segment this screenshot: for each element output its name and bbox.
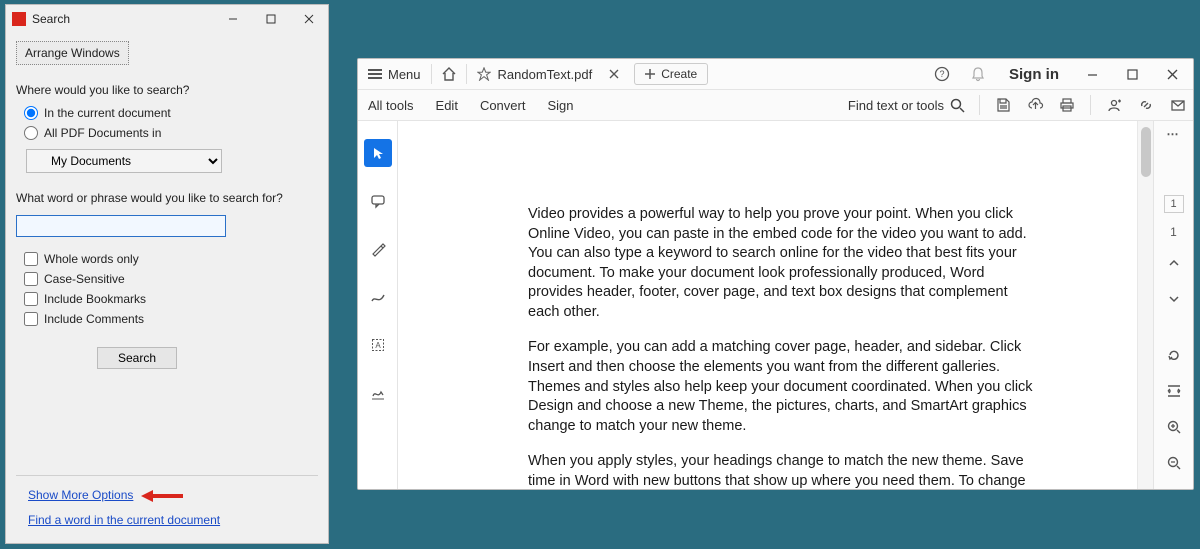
- textbox-tool[interactable]: A: [364, 331, 392, 359]
- phrase-label: What word or phrase would you like to se…: [16, 191, 318, 205]
- acrobat-window: Menu RandomText.pdf Create ? Sign in: [357, 58, 1194, 490]
- find-text-button[interactable]: Find text or tools: [848, 98, 965, 113]
- signin-button[interactable]: Sign in: [997, 66, 1071, 83]
- svg-text:?: ?: [939, 69, 944, 79]
- left-tool-rail: A: [358, 121, 398, 489]
- search-titlebar: Search: [6, 5, 328, 33]
- share-button[interactable]: [1105, 96, 1123, 114]
- tab-label: RandomText.pdf: [498, 67, 593, 82]
- page-up-button[interactable]: [1162, 251, 1186, 275]
- search-icon: [950, 98, 965, 113]
- document-page: Video provides a powerful way to help yo…: [398, 121, 1137, 489]
- search-button[interactable]: Search: [97, 347, 177, 369]
- plus-icon: [645, 69, 655, 79]
- svg-text:A: A: [375, 341, 381, 350]
- search-window: Search Arrange Windows Where would you l…: [5, 4, 329, 544]
- acro-minimize-button[interactable]: [1073, 59, 1111, 90]
- highlight-tool[interactable]: [364, 235, 392, 263]
- vertical-scrollbar[interactable]: [1137, 121, 1153, 489]
- radio-current-document-label: In the current document: [44, 106, 171, 120]
- tab-sign[interactable]: Sign: [547, 98, 573, 113]
- chk-include-bookmarks[interactable]: Include Bookmarks: [24, 292, 318, 306]
- cloud-upload-button[interactable]: [1026, 96, 1044, 114]
- find-word-link[interactable]: Find a word in the current document: [28, 513, 220, 527]
- page-number-input[interactable]: 1: [1164, 195, 1184, 213]
- hamburger-icon: [368, 69, 382, 79]
- search-input[interactable]: [16, 215, 226, 237]
- right-rail: ⋯ 1 1: [1153, 121, 1193, 489]
- notifications-button[interactable]: [961, 66, 995, 82]
- create-button[interactable]: Create: [634, 63, 708, 85]
- tab-all-tools[interactable]: All tools: [368, 98, 414, 113]
- radio-all-pdf-input[interactable]: [24, 126, 38, 140]
- more-options-button[interactable]: ⋯: [1167, 127, 1181, 141]
- print-button[interactable]: [1058, 96, 1076, 114]
- page-down-button[interactable]: [1162, 287, 1186, 311]
- tab-edit[interactable]: Edit: [436, 98, 458, 113]
- chk-include-comments[interactable]: Include Comments: [24, 312, 318, 326]
- where-search-label: Where would you like to search?: [16, 83, 318, 97]
- divider: [16, 475, 318, 476]
- document-tab[interactable]: RandomText.pdf: [467, 59, 603, 89]
- chk-whole-words[interactable]: Whole words only: [24, 252, 318, 266]
- page-total: 1: [1170, 225, 1177, 239]
- zoom-out-button[interactable]: [1162, 451, 1186, 475]
- minimize-button[interactable]: [214, 5, 252, 33]
- paragraph-1: Video provides a powerful way to help yo…: [528, 205, 1037, 322]
- maximize-button[interactable]: [252, 5, 290, 33]
- fit-width-button[interactable]: [1162, 379, 1186, 403]
- acro-maximize-button[interactable]: [1113, 59, 1151, 90]
- menu-button[interactable]: Menu: [358, 59, 431, 89]
- email-button[interactable]: [1169, 96, 1187, 114]
- radio-current-document[interactable]: In the current document: [24, 106, 318, 120]
- paragraph-2: For example, you can add a matching cove…: [528, 338, 1037, 436]
- show-more-options-link[interactable]: Show More Options: [28, 488, 133, 502]
- radio-all-pdf-label: All PDF Documents in: [44, 126, 161, 140]
- help-button[interactable]: ?: [925, 66, 959, 82]
- paragraph-3: When you apply styles, your headings cha…: [528, 452, 1037, 489]
- search-title: Search: [32, 12, 214, 26]
- chk-case-sensitive[interactable]: Case-Sensitive: [24, 272, 318, 286]
- rotate-button[interactable]: [1162, 343, 1186, 367]
- radio-current-document-input[interactable]: [24, 106, 38, 120]
- select-tool[interactable]: [364, 139, 392, 167]
- link-button[interactable]: [1137, 96, 1155, 114]
- folder-select[interactable]: My Documents: [26, 149, 222, 173]
- annotation-arrow-icon: [141, 489, 185, 503]
- tab-convert[interactable]: Convert: [480, 98, 526, 113]
- save-button[interactable]: [994, 96, 1012, 114]
- signature-tool[interactable]: [364, 379, 392, 407]
- close-button[interactable]: [290, 5, 328, 33]
- acrobat-icon: [12, 12, 26, 26]
- acro-close-button[interactable]: [1153, 59, 1191, 90]
- acrobat-main: A Video provides a powerful way to help …: [358, 121, 1193, 489]
- comment-tool[interactable]: [364, 187, 392, 215]
- tab-close-button[interactable]: [602, 69, 626, 79]
- scrollbar-thumb[interactable]: [1141, 127, 1151, 177]
- home-button[interactable]: [432, 59, 466, 89]
- acrobat-toolbar: All tools Edit Convert Sign Find text or…: [358, 90, 1193, 121]
- zoom-in-button[interactable]: [1162, 415, 1186, 439]
- draw-tool[interactable]: [364, 283, 392, 311]
- arrange-windows-button[interactable]: Arrange Windows: [16, 41, 129, 65]
- menu-label: Menu: [388, 67, 421, 82]
- document-area: Video provides a powerful way to help yo…: [398, 121, 1153, 489]
- star-icon: [477, 67, 491, 81]
- acrobat-titlebar: Menu RandomText.pdf Create ? Sign in: [358, 59, 1193, 90]
- radio-all-pdf[interactable]: All PDF Documents in: [24, 126, 318, 140]
